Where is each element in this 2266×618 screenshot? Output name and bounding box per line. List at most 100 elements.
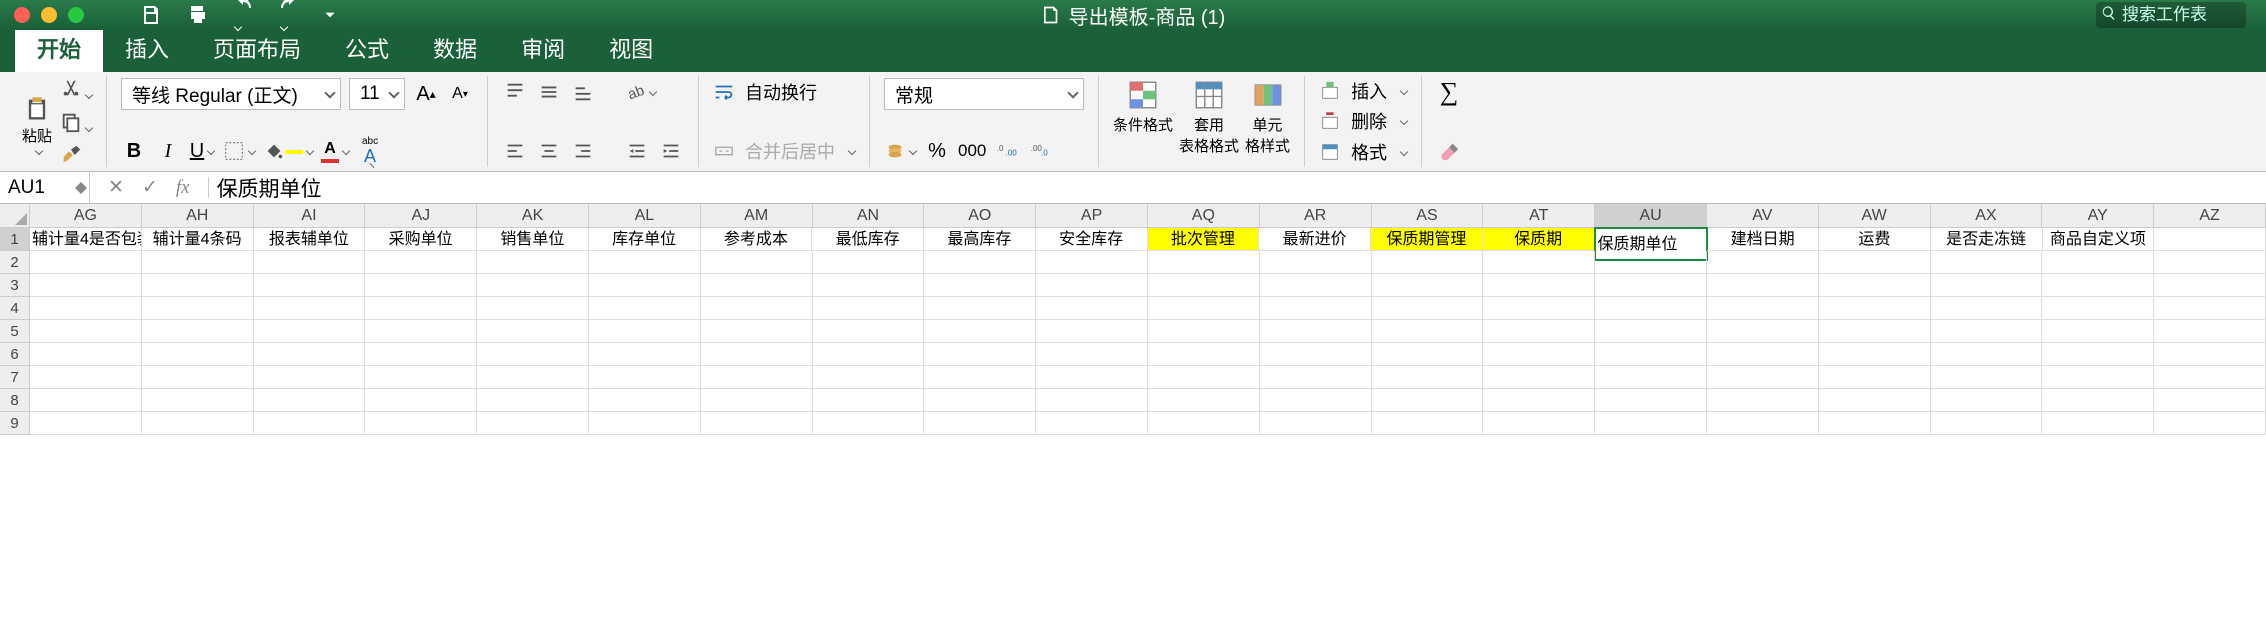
percent-button[interactable]: % (924, 137, 950, 165)
tab-review[interactable]: 审阅 (499, 24, 587, 72)
cell[interactable] (589, 412, 701, 435)
select-all-corner[interactable] (0, 204, 30, 228)
cell[interactable] (1707, 389, 1819, 412)
column-header[interactable]: AI (254, 204, 366, 228)
bold-button[interactable]: B (121, 137, 147, 165)
cell[interactable] (142, 274, 254, 297)
cell[interactable] (924, 274, 1036, 297)
cell[interactable] (589, 389, 701, 412)
cell[interactable] (30, 389, 142, 412)
cell[interactable] (1595, 412, 1707, 435)
cell[interactable] (1372, 366, 1484, 389)
cell[interactable]: 库存单位 (589, 228, 701, 251)
cell[interactable] (1036, 297, 1148, 320)
cell[interactable] (1260, 366, 1372, 389)
cell[interactable] (2154, 412, 2266, 435)
column-header[interactable]: AS (1372, 204, 1484, 228)
cell[interactable] (1819, 412, 1931, 435)
row-header[interactable]: 9 (0, 412, 30, 435)
cell[interactable] (142, 251, 254, 274)
cell[interactable] (254, 297, 366, 320)
cell[interactable] (2042, 343, 2154, 366)
cell[interactable] (2154, 251, 2266, 274)
decrease-decimal-button[interactable]: .00.0 (1028, 137, 1054, 165)
cell[interactable] (589, 251, 701, 274)
cell[interactable]: 运费 (1819, 228, 1931, 251)
cell[interactable] (701, 320, 813, 343)
redo-icon[interactable] (277, 0, 301, 37)
column-header[interactable]: AO (924, 204, 1036, 228)
cell[interactable] (813, 251, 925, 274)
cell[interactable] (701, 412, 813, 435)
row-header[interactable]: 1 (0, 228, 30, 251)
cell[interactable] (142, 389, 254, 412)
column-header[interactable]: AU (1595, 204, 1707, 228)
cell[interactable] (701, 366, 813, 389)
cell[interactable] (1260, 412, 1372, 435)
cell[interactable] (1036, 366, 1148, 389)
cell[interactable] (1707, 366, 1819, 389)
cell[interactable] (1595, 274, 1707, 297)
cell[interactable] (1036, 320, 1148, 343)
cell[interactable] (1595, 343, 1707, 366)
minimize-window-button[interactable] (41, 7, 57, 23)
cell[interactable] (1483, 320, 1595, 343)
cell[interactable] (1148, 389, 1260, 412)
cell[interactable] (30, 366, 142, 389)
cell[interactable] (1707, 343, 1819, 366)
cell[interactable]: 安全库存 (1036, 228, 1148, 251)
cell[interactable] (1819, 297, 1931, 320)
cell[interactable] (2042, 320, 2154, 343)
column-header[interactable]: AW (1819, 204, 1931, 228)
zoom-window-button[interactable] (68, 7, 84, 23)
autosum-button[interactable]: ∑ (1436, 78, 1462, 106)
cell[interactable] (2154, 274, 2266, 297)
column-header[interactable]: AG (30, 204, 142, 228)
cell[interactable] (142, 366, 254, 389)
cell[interactable]: 最低库存 (812, 228, 924, 251)
cell[interactable] (589, 366, 701, 389)
column-header[interactable]: AK (477, 204, 589, 228)
cell[interactable] (365, 366, 477, 389)
cell[interactable] (2154, 389, 2266, 412)
cell[interactable] (477, 274, 589, 297)
delete-cells-button[interactable]: 删除 (1319, 108, 1407, 134)
cell[interactable] (1819, 251, 1931, 274)
align-middle-button[interactable] (536, 78, 562, 106)
cell[interactable] (2154, 343, 2266, 366)
decrease-font-button[interactable]: A▾ (447, 80, 473, 108)
cell[interactable]: 辅计量4是否包装单位 (30, 228, 142, 251)
cell[interactable]: 是否走冻链 (1931, 228, 2043, 251)
cell[interactable] (2042, 412, 2154, 435)
cell[interactable] (1931, 343, 2043, 366)
cell[interactable] (1036, 274, 1148, 297)
align-right-button[interactable] (570, 137, 596, 165)
cell[interactable] (2042, 389, 2154, 412)
cell[interactable]: 保质期管理 (1371, 228, 1483, 251)
cell[interactable] (365, 320, 477, 343)
conditional-formatting-button[interactable]: 条件格式 (1113, 78, 1173, 135)
cell[interactable] (813, 320, 925, 343)
cell[interactable] (701, 251, 813, 274)
cell[interactable] (1372, 297, 1484, 320)
cell[interactable] (1595, 297, 1707, 320)
cell[interactable] (1707, 297, 1819, 320)
align-left-button[interactable] (502, 137, 528, 165)
cell[interactable] (813, 297, 925, 320)
cell[interactable]: 最高库存 (924, 228, 1036, 251)
align-top-button[interactable] (502, 78, 528, 106)
column-header[interactable]: AX (1931, 204, 2043, 228)
row-header[interactable]: 4 (0, 297, 30, 320)
cell[interactable] (1483, 274, 1595, 297)
cell[interactable] (254, 412, 366, 435)
cell[interactable] (589, 320, 701, 343)
cell[interactable] (589, 343, 701, 366)
cell[interactable] (1036, 389, 1148, 412)
column-header[interactable]: AT (1483, 204, 1595, 228)
underline-button[interactable]: U (189, 137, 215, 165)
cell[interactable] (254, 389, 366, 412)
cell[interactable] (2154, 366, 2266, 389)
cell[interactable] (2154, 297, 2266, 320)
cell[interactable] (1931, 412, 2043, 435)
cell[interactable] (30, 320, 142, 343)
